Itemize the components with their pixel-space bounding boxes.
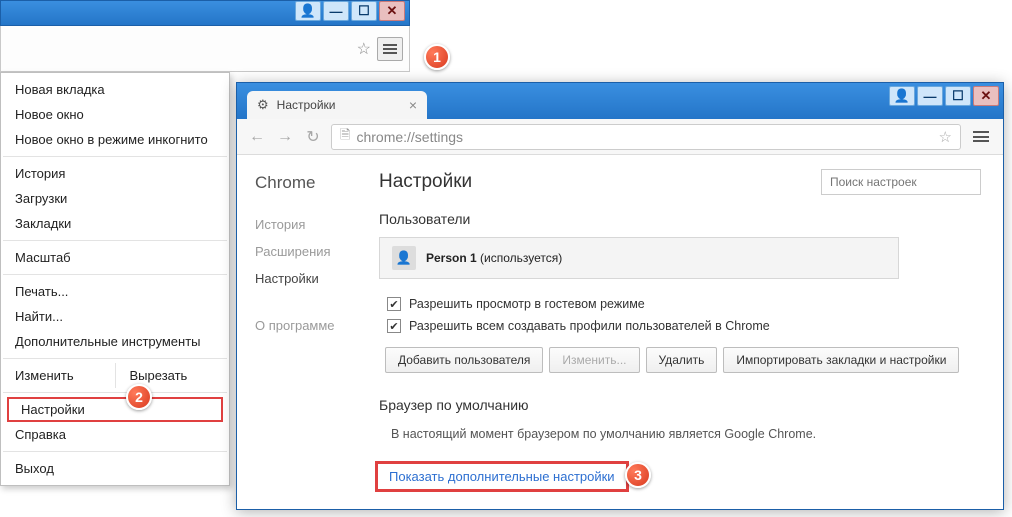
add-user-button[interactable]: Добавить пользователя [385,347,543,373]
chrome-brand: Chrome [255,173,367,193]
main-menu-button[interactable] [377,37,403,61]
avatar-icon: 👤 [392,246,416,270]
allow-profiles-checkbox-row[interactable]: ✔ Разрешить всем создавать профили польз… [379,315,981,337]
menu-edit-row: Изменить Вырезать [1,363,229,388]
edit-user-button[interactable]: Изменить... [549,347,639,373]
main-menu-button[interactable] [969,126,993,148]
menu-bookmarks[interactable]: Закладки [1,211,229,236]
menu-separator [3,451,227,452]
step-badge-3: 3 [625,462,651,488]
sidebar-item-extensions[interactable]: Расширения [255,238,367,265]
show-advanced-link[interactable]: Показать дополнительные настройки [389,469,615,484]
checkbox-label: Разрешить всем создавать профили пользов… [409,319,770,333]
tab-title: Настройки [277,98,336,112]
reload-button[interactable]: ↻ [303,127,323,147]
default-browser-text: В настоящий момент браузером по умолчани… [379,423,981,441]
menu-history[interactable]: История [1,161,229,186]
menu-incognito[interactable]: Новое окно в режиме инкогнито [1,127,229,152]
menu-separator [3,274,227,275]
sidebar-item-about[interactable]: О программе [255,312,367,339]
guest-browsing-checkbox-row[interactable]: ✔ Разрешить просмотр в гостевом режиме [379,293,981,315]
browser-tab[interactable]: ⚙ Настройки × [247,91,427,119]
menu-exit[interactable]: Выход [1,456,229,481]
user-button[interactable]: 👤 [295,1,321,21]
minimize-button[interactable]: — [917,86,943,106]
menu-print[interactable]: Печать... [1,279,229,304]
tab-close-icon[interactable]: × [409,97,417,113]
address-bar-row: ← → ↻ 🗎 chrome://settings ☆ [237,119,1003,155]
settings-search-input[interactable] [821,169,981,195]
menu-new-window[interactable]: Новое окно [1,102,229,127]
menu-separator [3,392,227,393]
menu-edit[interactable]: Изменить [1,363,116,388]
settings-sidebar: Chrome История Расширения Настройки О пр… [237,155,367,509]
menu-more-tools[interactable]: Дополнительные инструменты [1,329,229,354]
settings-window: ⚙ Настройки × 👤 — ☐ ✕ ← → ↻ 🗎 chrome://s… [236,82,1004,510]
url-text: chrome://settings [356,129,463,145]
menu-find[interactable]: Найти... [1,304,229,329]
menu-separator [3,240,227,241]
import-bookmarks-button[interactable]: Импортировать закладки и настройки [723,347,959,373]
chrome-main-menu: Новая вкладка Новое окно Новое окно в ре… [0,72,230,486]
bg-window-titlebar: 👤 — ☐ ✕ [0,0,410,26]
gear-icon: ⚙ [257,97,269,113]
user-label: Person 1 (используется) [426,251,562,265]
sidebar-item-history[interactable]: История [255,211,367,238]
close-button[interactable]: ✕ [379,1,405,21]
bookmark-star-icon[interactable]: ☆ [357,39,371,59]
nav-forward-button[interactable]: → [275,128,295,146]
page-icon: 🗎 [340,126,350,148]
checkbox-checked-icon[interactable]: ✔ [387,319,401,333]
delete-user-button[interactable]: Удалить [646,347,718,373]
users-heading: Пользователи [379,211,981,227]
checkbox-label: Разрешить просмотр в гостевом режиме [409,297,645,311]
checkbox-checked-icon[interactable]: ✔ [387,297,401,311]
menu-new-tab[interactable]: Новая вкладка [1,77,229,102]
menu-downloads[interactable]: Загрузки [1,186,229,211]
hamburger-icon [383,44,397,54]
menu-settings[interactable]: Настройки [7,397,223,422]
user-button[interactable]: 👤 [889,86,915,106]
menu-zoom[interactable]: Масштаб [1,245,229,270]
step-badge-1: 1 [424,44,450,70]
settings-content: Настройки Пользователи 👤 Person 1 (испол… [367,155,1003,509]
default-browser-heading: Браузер по умолчанию [379,397,981,413]
maximize-button[interactable]: ☐ [351,1,377,21]
menu-help[interactable]: Справка [1,422,229,447]
maximize-button[interactable]: ☐ [945,86,971,106]
close-button[interactable]: ✕ [973,86,999,106]
current-user-row[interactable]: 👤 Person 1 (используется) [379,237,899,279]
nav-back-button[interactable]: ← [247,128,267,146]
window-titlebar: ⚙ Настройки × 👤 — ☐ ✕ [237,83,1003,119]
minimize-button[interactable]: — [323,1,349,21]
address-bar[interactable]: 🗎 chrome://settings ☆ [331,124,961,150]
hamburger-icon [973,131,989,142]
bg-window-toolbar: ☆ [0,26,410,72]
bookmark-star-icon[interactable]: ☆ [939,128,952,146]
sidebar-item-settings[interactable]: Настройки [255,265,367,292]
menu-separator [3,358,227,359]
step-badge-2: 2 [126,384,152,410]
menu-separator [3,156,227,157]
